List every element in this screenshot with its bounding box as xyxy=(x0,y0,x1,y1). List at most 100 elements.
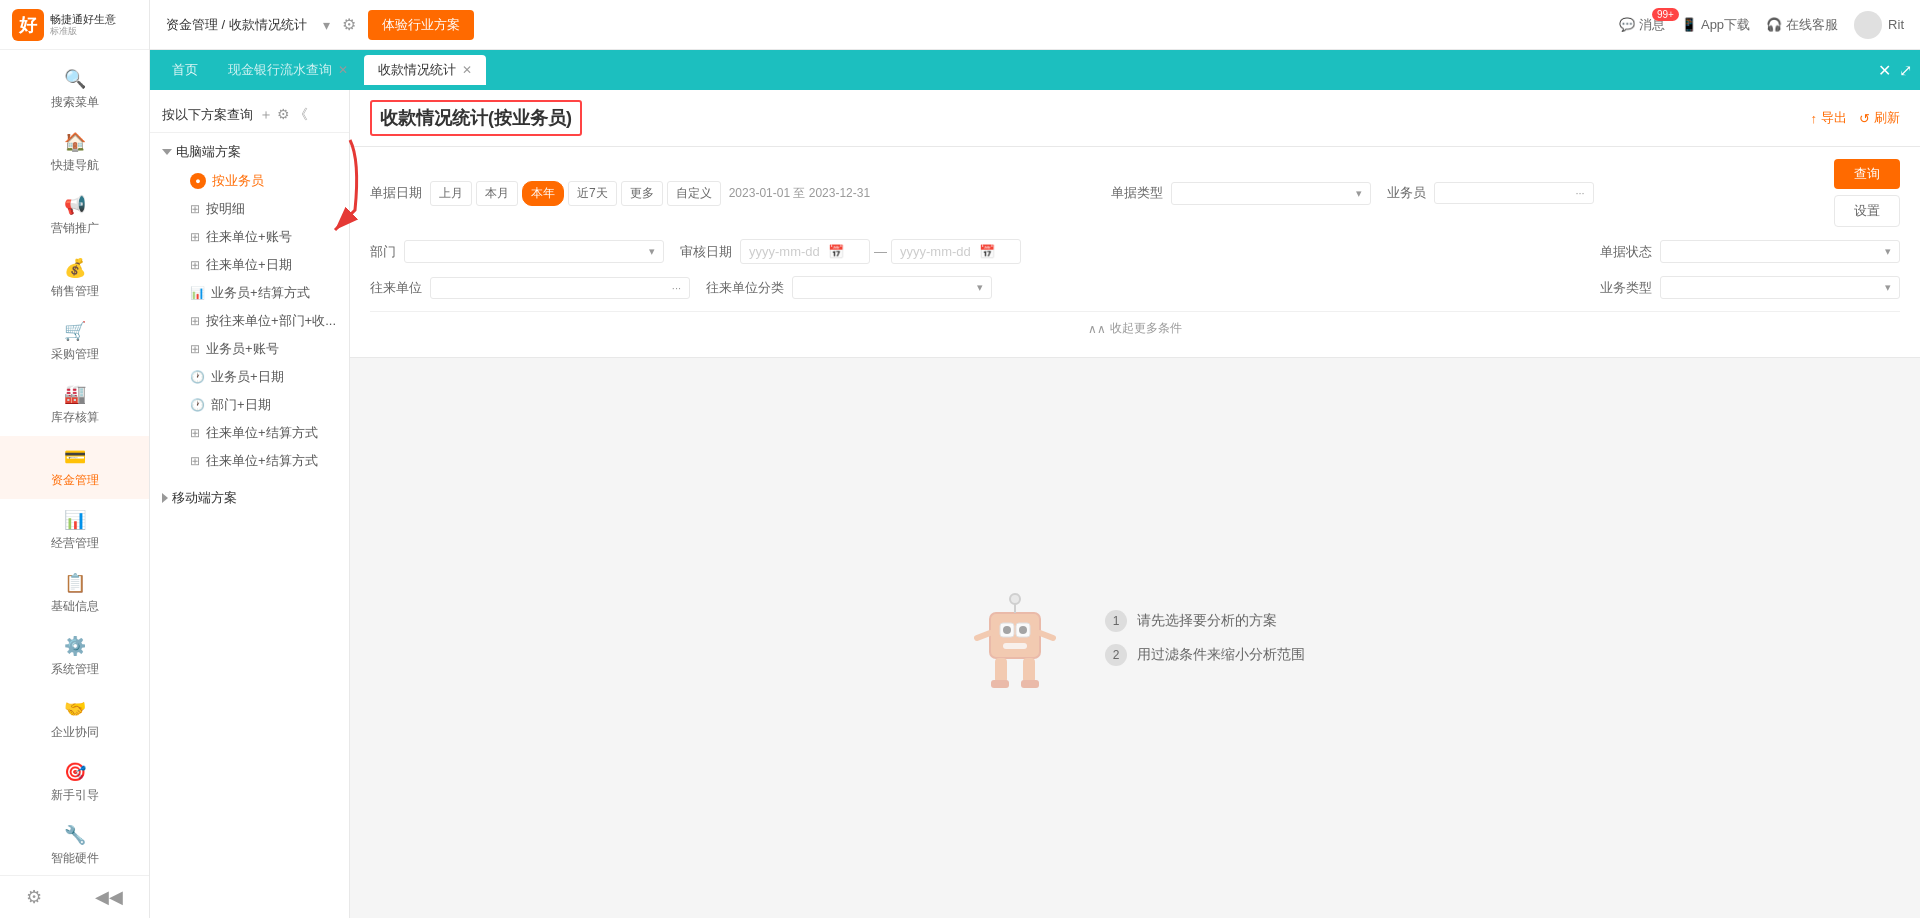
page-title: 收款情况统计(按业务员) xyxy=(370,100,582,136)
counterpart-category-select[interactable]: ▾ xyxy=(792,276,992,299)
salesperson-select[interactable]: ··· xyxy=(1434,182,1594,204)
filter-row-3: 往来单位 ··· 往来单位分类 ▾ 业务类型 xyxy=(370,276,1900,299)
review-date-inputs: yyyy-mm-dd 📅 — yyyy-mm-dd 📅 xyxy=(740,239,1021,264)
sidebar-item-operation[interactable]: 📊 经营管理 xyxy=(0,499,149,562)
expand-arrow xyxy=(162,149,172,155)
topbar: 资金管理 / 收款情况统计 ▾ ⚙ 体验行业方案 💬 消息 99+ 📱 App下… xyxy=(150,0,1920,50)
sidebar-item-basic[interactable]: 📋 基础信息 xyxy=(0,562,149,625)
service-icon: 🎧 xyxy=(1766,17,1782,32)
date-btn-this-year[interactable]: 本年 xyxy=(522,181,564,206)
gear-icon[interactable]: ⚙ xyxy=(342,15,356,34)
calendar-icon-start: 📅 xyxy=(828,244,844,259)
dept-select[interactable]: ▾ xyxy=(404,240,664,263)
dept-label: 部门 xyxy=(370,243,396,261)
collapse-sidebar-icon[interactable]: ◀◀ xyxy=(95,886,123,908)
counterpart-select[interactable]: ··· xyxy=(430,277,690,299)
trial-button[interactable]: 体验行业方案 xyxy=(368,10,474,40)
date-btn-last-month[interactable]: 上月 xyxy=(430,181,472,206)
type-select[interactable]: ▾ xyxy=(1171,182,1371,205)
sidebar-item-search[interactable]: 🔍 搜索菜单 xyxy=(0,58,149,121)
add-scheme-icon[interactable]: ＋ xyxy=(259,106,273,124)
counterpart-dropdown-arrow: ··· xyxy=(672,282,681,294)
sidebar-item-purchase[interactable]: 🛒 采购管理 xyxy=(0,310,149,373)
settings-button[interactable]: 设置 xyxy=(1834,195,1900,227)
scheme-unit-account[interactable]: ⊞ 往来单位+账号 xyxy=(166,223,349,251)
robot-icon xyxy=(965,583,1065,693)
sales-icon: 💰 xyxy=(64,257,86,279)
unit-date-icon: ⊞ xyxy=(190,258,200,272)
tab-collection[interactable]: 收款情况统计 ✕ xyxy=(364,55,486,85)
collapse-icon: ∧∧ xyxy=(1088,322,1106,336)
close-all-icon[interactable]: ✕ xyxy=(1878,61,1891,80)
mobile-section-label[interactable]: 移动端方案 xyxy=(150,483,349,513)
sidebar-item-corp[interactable]: 🤝 企业协同 xyxy=(0,688,149,751)
scheme-unit-settle2[interactable]: ⊞ 往来单位+结算方式 xyxy=(166,447,349,475)
svg-rect-5 xyxy=(1003,643,1027,649)
collapse-bar[interactable]: ∧∧ 收起更多条件 xyxy=(370,311,1900,345)
expand-icon[interactable]: ⤢ xyxy=(1899,61,1912,80)
settings-scheme-icon[interactable]: ⚙ xyxy=(277,106,290,124)
date-filter: 单据日期 上月 本月 本年 近7天 更多 自定义 2023-01-01 至 20… xyxy=(370,181,870,206)
warehouse-icon: 🏭 xyxy=(64,383,86,405)
scheme-sales-date[interactable]: 🕐 业务员+日期 xyxy=(166,363,349,391)
settings-footer-icon[interactable]: ⚙ xyxy=(26,886,42,908)
unit-dept-icon: ⊞ xyxy=(190,314,200,328)
sidebar-item-system[interactable]: ⚙️ 系统管理 xyxy=(0,625,149,688)
scheme-sales-account[interactable]: ⊞ 业务员+账号 xyxy=(166,335,349,363)
sidebar-item-guide[interactable]: 🎯 新手引导 xyxy=(0,751,149,814)
business-type-arrow: ▾ xyxy=(1885,281,1891,294)
collapse-panel-icon[interactable]: 《 xyxy=(294,106,308,124)
sidebar-item-marketing[interactable]: 📢 营销推广 xyxy=(0,184,149,247)
filter-row-2: 部门 ▾ 审核日期 yyyy-mm-dd 📅 xyxy=(370,239,1900,264)
message-area[interactable]: 💬 消息 99+ xyxy=(1619,16,1665,34)
scheme-detail[interactable]: ⊞ 按明细 xyxy=(166,195,349,223)
date-btn-more[interactable]: 更多 xyxy=(621,181,663,206)
review-date-start[interactable]: yyyy-mm-dd 📅 xyxy=(740,239,870,264)
user-area[interactable]: Rit xyxy=(1854,11,1904,39)
home-icon: 🏠 xyxy=(64,131,86,153)
desktop-section-label[interactable]: 电脑端方案 xyxy=(150,137,349,167)
scheme-sales-settle[interactable]: 📊 业务员+结算方式 xyxy=(166,279,349,307)
app-download[interactable]: 📱 App下载 xyxy=(1681,16,1750,34)
scheme-dept-date[interactable]: 🕐 部门+日期 xyxy=(166,391,349,419)
business-type-select[interactable]: ▾ xyxy=(1660,276,1900,299)
svg-point-7 xyxy=(1010,594,1020,604)
scheme-unit-dept[interactable]: ⊞ 按往来单位+部门+收... xyxy=(166,307,349,335)
review-date-end[interactable]: yyyy-mm-dd 📅 xyxy=(891,239,1021,264)
purchase-icon: 🛒 xyxy=(64,320,86,342)
sidebar-item-finance[interactable]: 💳 资金管理 xyxy=(0,436,149,499)
sidebar-item-warehouse[interactable]: 🏭 库存核算 xyxy=(0,373,149,436)
scheme-unit-date[interactable]: ⊞ 往来单位+日期 xyxy=(166,251,349,279)
tab-home[interactable]: 首页 xyxy=(158,55,212,85)
doc-status-select[interactable]: ▾ xyxy=(1660,240,1900,263)
salesperson-filter: 业务员 ··· xyxy=(1387,182,1594,204)
calendar-icon-end: 📅 xyxy=(979,244,995,259)
type-dropdown-arrow: ▾ xyxy=(1356,187,1362,200)
sales-settle-icon: 📊 xyxy=(190,286,205,300)
sidebar-item-hardware[interactable]: 🔧 智能硬件 xyxy=(0,814,149,875)
message-badge: 99+ xyxy=(1652,8,1679,21)
sidebar-item-quicknav[interactable]: 🏠 快捷导航 xyxy=(0,121,149,184)
svg-rect-0 xyxy=(990,613,1040,658)
date-btn-7days[interactable]: 近7天 xyxy=(568,181,617,206)
sidebar-footer: ⚙ ◀◀ xyxy=(0,875,149,918)
dept-date-icon: 🕐 xyxy=(190,398,205,412)
tab-bank[interactable]: 现金银行流水查询 ✕ xyxy=(214,55,362,85)
export-button[interactable]: ↑ 导出 xyxy=(1811,109,1848,127)
dropdown-icon[interactable]: ▾ xyxy=(323,17,330,33)
sidebar: 好 畅捷通好生意 标准版 🔍 搜索菜单 🏠 快捷导航 📢 营销推广 💰 销售管理… xyxy=(0,0,150,918)
step-num-1: 1 xyxy=(1105,610,1127,632)
date-btn-this-month[interactable]: 本月 xyxy=(476,181,518,206)
scheme-unit-settle1[interactable]: ⊞ 往来单位+结算方式 xyxy=(166,419,349,447)
counterpart-category-label: 往来单位分类 xyxy=(706,279,784,297)
filter-area: 单据日期 上月 本月 本年 近7天 更多 自定义 2023-01-01 至 20… xyxy=(350,147,1920,358)
date-btn-custom[interactable]: 自定义 xyxy=(667,181,721,206)
refresh-button[interactable]: ↺ 刷新 xyxy=(1859,109,1900,127)
sidebar-item-sales[interactable]: 💰 销售管理 xyxy=(0,247,149,310)
business-type-filter: 业务类型 ▾ xyxy=(1600,276,1900,299)
query-button[interactable]: 查询 xyxy=(1834,159,1900,189)
scheme-salesperson[interactable]: ● 按业务员 xyxy=(166,167,349,195)
tab-collection-close[interactable]: ✕ xyxy=(462,63,472,77)
tab-bank-close[interactable]: ✕ xyxy=(338,63,348,77)
online-service[interactable]: 🎧 在线客服 xyxy=(1766,16,1838,34)
